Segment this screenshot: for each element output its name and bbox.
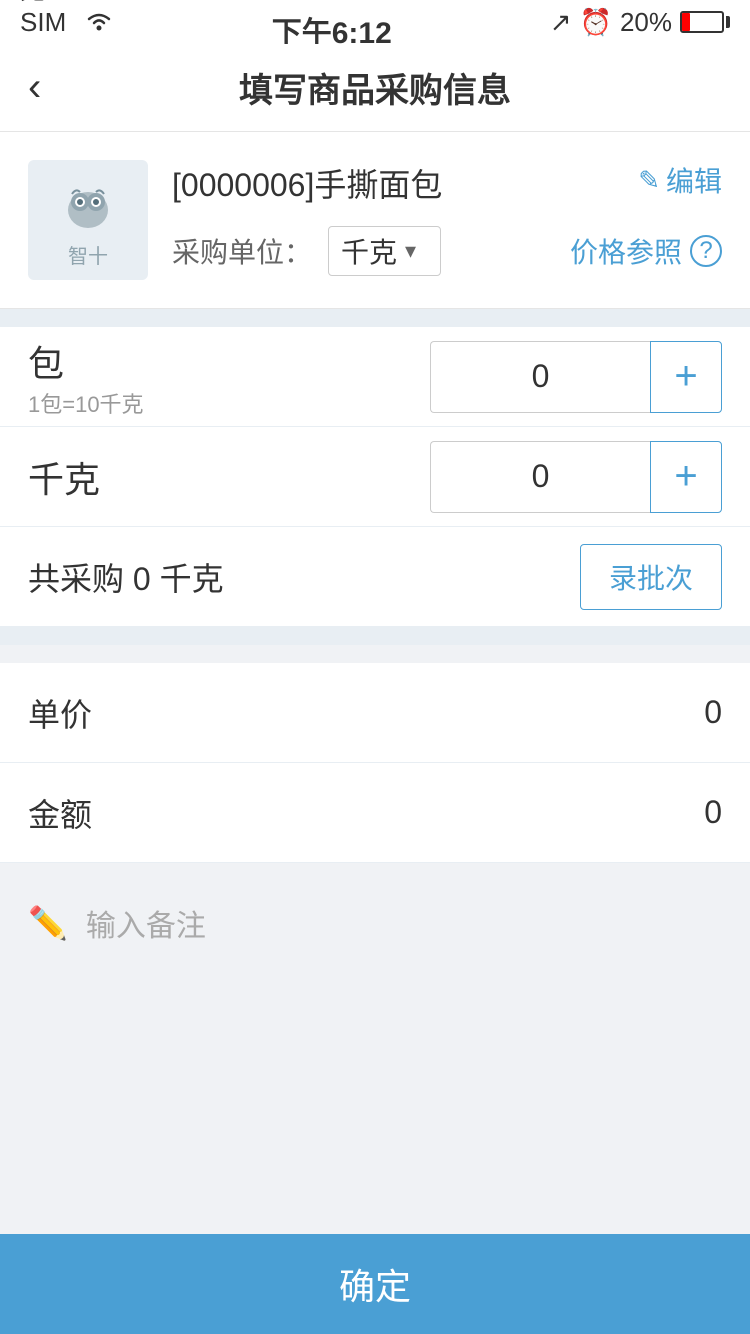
unit-select[interactable]: 千克 ▾ [328, 226, 441, 276]
unit-price-label: 单价 [28, 690, 92, 736]
edit-label: 编辑 [666, 160, 722, 200]
product-logo-text: 智十 [68, 240, 108, 269]
kg-input-row: 千克 0 + [0, 427, 750, 527]
edit-button[interactable]: ✎ 编辑 [638, 160, 722, 200]
price-section: 单价 0 金额 0 [0, 663, 750, 863]
kg-label: 千克 [28, 451, 100, 503]
input-section: 包 1包=10千克 0 + 千克 0 + [0, 327, 750, 527]
battery-percent: 20% [620, 7, 672, 38]
amount-label: 金额 [28, 790, 92, 836]
confirm-button[interactable]: 确定 [0, 1234, 750, 1334]
notes-section[interactable]: ✏️ 输入备注 [0, 863, 750, 983]
nav-bar: ‹ 填写商品采购信息 [0, 44, 750, 132]
bao-plus-button[interactable]: + [650, 341, 722, 413]
bao-sub-label: 1包=10千克 [28, 387, 144, 419]
kg-input[interactable]: 0 [430, 441, 650, 513]
edit-icon: ✎ [638, 165, 660, 196]
page-title: 填写商品采购信息 [239, 63, 511, 112]
unit-price-row: 单价 0 [0, 663, 750, 763]
price-ref-label: 价格参照 [570, 231, 682, 271]
summary-row: 共采购 0 千克 录批次 [0, 527, 750, 627]
empty-space [0, 983, 750, 1234]
separator-band-2 [0, 627, 750, 645]
product-card: 智十 [0000006]手撕面包 ✎ 编辑 采购单位： 千克 ▾ 价格参照 ? [0, 132, 750, 309]
bao-input-row: 包 1包=10千克 0 + [0, 327, 750, 427]
dropdown-arrow-icon: ▾ [405, 238, 416, 264]
kg-value: 0 [532, 458, 550, 495]
unit-label: 采购单位： [172, 231, 312, 271]
product-image: 智十 [28, 160, 148, 280]
record-batch-button[interactable]: 录批次 [580, 544, 722, 610]
product-name: [0000006]手撕面包 [172, 160, 442, 206]
status-bar: 无 SIM 卡 下午6:12 ↗ ⏰ 20% [0, 0, 750, 44]
status-right: ↗ ⏰ 20% [550, 7, 730, 38]
summary-text: 共采购 0 千克 [28, 554, 224, 600]
wifi-icon [84, 7, 114, 38]
price-ref-button[interactable]: 价格参照 ? [570, 231, 722, 271]
price-ref-help-icon: ? [690, 235, 722, 267]
unit-price-value: 0 [704, 694, 722, 731]
bao-label: 包 [28, 335, 144, 387]
separator-band-1 [0, 309, 750, 327]
amount-value: 0 [704, 794, 722, 831]
pencil-icon: ✏️ [28, 904, 68, 942]
bao-value: 0 [532, 358, 550, 395]
amount-row: 金额 0 [0, 763, 750, 863]
bao-input[interactable]: 0 [430, 341, 650, 413]
product-owl-icon [56, 172, 120, 236]
confirm-label: 确定 [339, 1258, 411, 1310]
notes-placeholder: 输入备注 [86, 901, 206, 945]
product-info: [0000006]手撕面包 ✎ 编辑 采购单位： 千克 ▾ 价格参照 ? [172, 160, 722, 276]
alarm-icon: ⏰ [580, 7, 612, 38]
battery-icon [680, 11, 730, 33]
kg-plus-button[interactable]: + [650, 441, 722, 513]
unit-value: 千克 [341, 231, 397, 271]
gps-icon: ↗ [550, 7, 572, 38]
back-button[interactable]: ‹ [28, 65, 41, 110]
